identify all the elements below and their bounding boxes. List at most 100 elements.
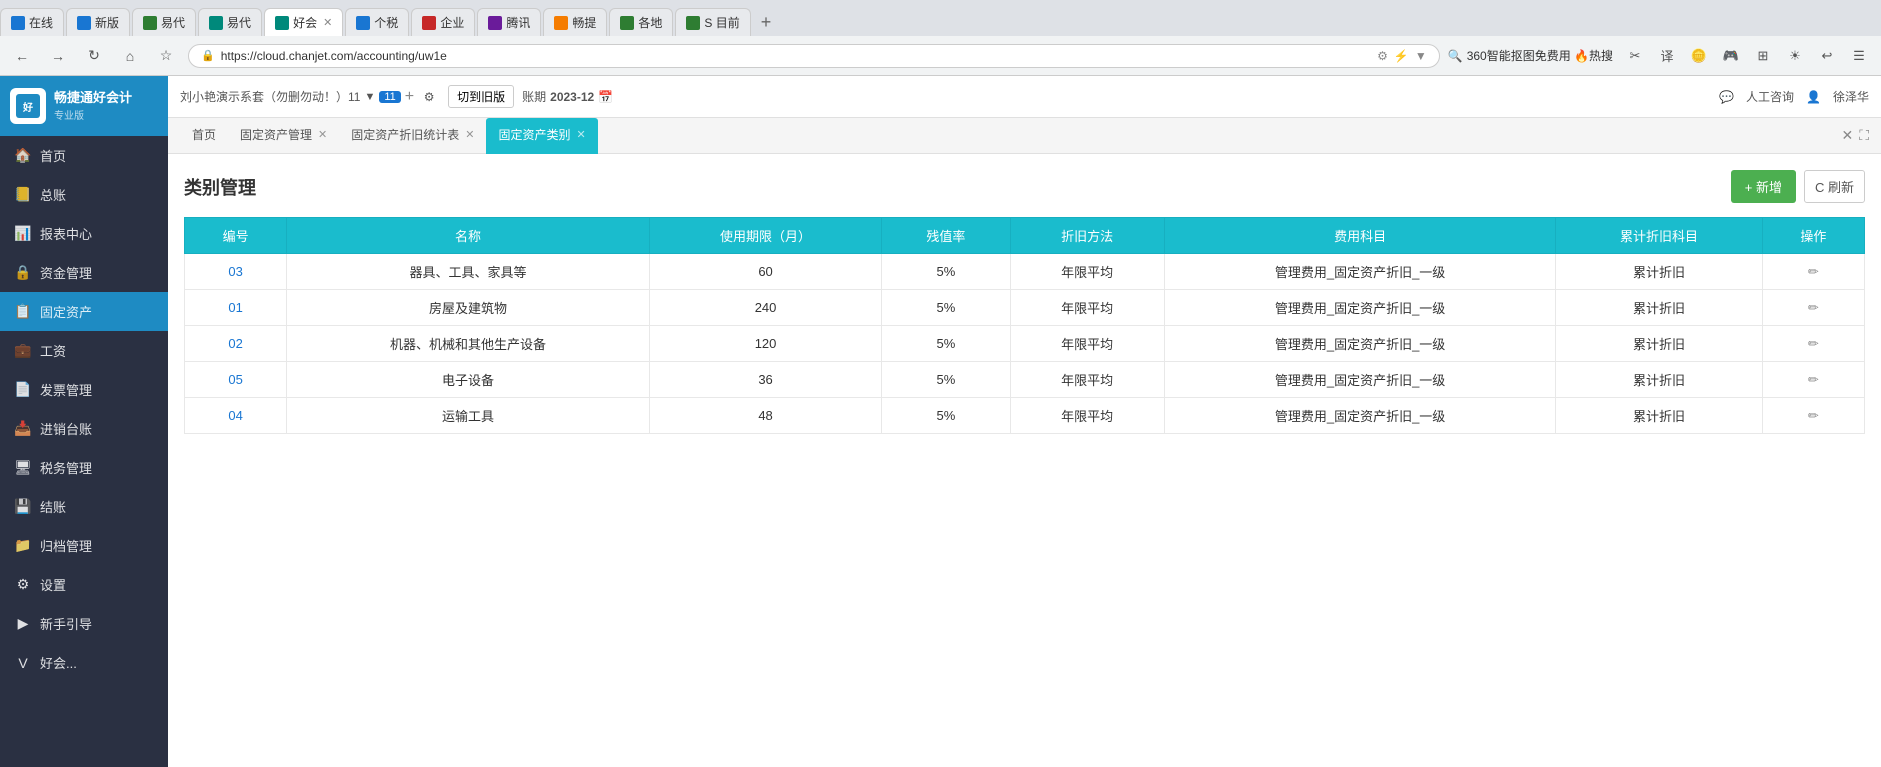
app-container: 好 畅捷通好会计 专业版 🏠 首页 📒 总账 📊 报表中心 🔒 资金管理 📋 固… <box>0 76 1881 767</box>
sidebar-item-invoice[interactable]: 📄 发票管理 <box>0 370 168 409</box>
tab-label-4: 易代 <box>227 14 251 31</box>
new-tab-button[interactable]: + <box>753 8 780 36</box>
settings-icon: ⚙ <box>14 576 32 594</box>
ledger-icon: 📒 <box>14 186 32 204</box>
grid-icon[interactable]: ⊞ <box>1749 42 1777 70</box>
page-tab-asset-category-close[interactable]: ✕ <box>577 128 586 141</box>
col-depreciation: 累计折旧科目 <box>1556 218 1762 254</box>
row3-edit-icon[interactable]: ✏ <box>1808 336 1819 351</box>
browser-tab-11[interactable]: S 目前 <box>675 8 750 36</box>
row1-rate: 5% <box>882 254 1010 290</box>
forward-button[interactable]: → <box>44 42 72 70</box>
ssl-lock-icon: 🔒 <box>201 49 215 62</box>
col-expense: 费用科目 <box>1164 218 1556 254</box>
sidebar-label-guide: 新手引导 <box>40 614 92 633</box>
row2-edit-icon[interactable]: ✏ <box>1808 300 1819 315</box>
refresh-button-content[interactable]: C 刷新 <box>1804 170 1865 203</box>
row2-name: 房屋及建筑物 <box>287 290 650 326</box>
switch-version-button[interactable]: 切到旧版 <box>448 85 514 108</box>
page-tab-asset-mgmt[interactable]: 固定资产管理 ✕ <box>228 118 339 154</box>
row4-code: 05 <box>185 362 287 398</box>
page-tab-asset-mgmt-label: 固定资产管理 <box>240 126 312 143</box>
add-company-icon[interactable]: + <box>405 88 414 106</box>
row2-period: 240 <box>649 290 881 326</box>
row4-method: 年限平均 <box>1010 362 1164 398</box>
user-dropdown-icon[interactable]: ▼ <box>364 91 375 103</box>
row4-rate: 5% <box>882 362 1010 398</box>
avatar-icon: 👤 <box>1806 90 1821 104</box>
page-tab-depreciation-table-close[interactable]: ✕ <box>465 128 474 141</box>
game-icon[interactable]: 🎮 <box>1717 42 1745 70</box>
sidebar-item-report[interactable]: 📊 报表中心 <box>0 214 168 253</box>
logo-text-container: 畅捷通好会计 专业版 <box>54 90 132 122</box>
tab-maximize: ✕ ⛶ <box>1841 127 1869 144</box>
browser-tab-3[interactable]: 易代 <box>132 8 196 36</box>
sidebar-item-inout[interactable]: 📥 进销台账 <box>0 409 168 448</box>
logo-icon: 好 <box>10 88 46 124</box>
close-max-icon[interactable]: ✕ <box>1841 127 1853 144</box>
refresh-button[interactable]: ↻ <box>80 42 108 70</box>
page-tab-home[interactable]: 首页 <box>180 118 228 154</box>
row5-edit-icon[interactable]: ✏ <box>1808 408 1819 423</box>
url-expand-icon: ⚙ <box>1377 49 1388 63</box>
page-title: 类别管理 <box>184 174 256 200</box>
back-button[interactable]: ← <box>8 42 36 70</box>
browser-tab-2[interactable]: 新版 <box>66 8 130 36</box>
page-tab-home-label: 首页 <box>192 126 216 143</box>
sidebar-item-ledger[interactable]: 📒 总账 <box>0 175 168 214</box>
sidebar-item-salary[interactable]: 💼 工资 <box>0 331 168 370</box>
tab-close-5[interactable]: ✕ <box>323 16 332 29</box>
row3-expense: 管理费用_固定资产折旧_一级 <box>1164 326 1556 362</box>
scissor-icon[interactable]: ✂ <box>1621 42 1649 70</box>
row1-method: 年限平均 <box>1010 254 1164 290</box>
sidebar: 好 畅捷通好会计 专业版 🏠 首页 📒 总账 📊 报表中心 🔒 资金管理 📋 固… <box>0 76 168 767</box>
row4-expense: 管理费用_固定资产折旧_一级 <box>1164 362 1556 398</box>
translate-icon[interactable]: 译 <box>1653 42 1681 70</box>
url-dropdown-icon[interactable]: ▼ <box>1415 49 1427 63</box>
page-tab-depreciation-table[interactable]: 固定资产折旧统计表 ✕ <box>339 118 486 154</box>
browser-tab-5[interactable]: 好会 ✕ <box>264 8 343 36</box>
tab-label-6: 个税 <box>374 14 398 31</box>
row4-name: 电子设备 <box>287 362 650 398</box>
add-button[interactable]: + 新增 <box>1731 170 1796 203</box>
home-button[interactable]: ⌂ <box>116 42 144 70</box>
row4-edit-icon[interactable]: ✏ <box>1808 372 1819 387</box>
menu-icon[interactable]: ☰ <box>1845 42 1873 70</box>
col-action: 操作 <box>1762 218 1864 254</box>
row1-edit-icon[interactable]: ✏ <box>1808 264 1819 279</box>
sidebar-item-home[interactable]: 🏠 首页 <box>0 136 168 175</box>
table-row: 01 房屋及建筑物 240 5% 年限平均 管理费用_固定资产折旧_一级 累计折… <box>185 290 1865 326</box>
sidebar-item-tax[interactable]: 🖥 税务管理 <box>0 448 168 487</box>
consult-label[interactable]: 人工咨询 <box>1746 88 1794 105</box>
sidebar-item-fund[interactable]: 🔒 资金管理 <box>0 253 168 292</box>
url-bar[interactable]: 🔒 https://cloud.chanjet.com/accounting/u… <box>188 44 1440 68</box>
page-tab-asset-mgmt-close[interactable]: ✕ <box>318 128 327 141</box>
browser-tab-7[interactable]: 企业 <box>411 8 475 36</box>
sidebar-item-more[interactable]: V 好会... <box>0 643 168 682</box>
expand-icon[interactable]: ⛶ <box>1859 127 1869 144</box>
browser-tab-10[interactable]: 各地 <box>609 8 673 36</box>
browser-tab-8[interactable]: 腾讯 <box>477 8 541 36</box>
browser-tab-1[interactable]: 在线 <box>0 8 64 36</box>
browser-tab-6[interactable]: 个税 <box>345 8 409 36</box>
url-lightning-icon: ⚡ <box>1394 49 1409 63</box>
sidebar-item-settings[interactable]: ⚙ 设置 <box>0 565 168 604</box>
row1-depreciation: 累计折旧 <box>1556 254 1762 290</box>
undo-icon[interactable]: ↩ <box>1813 42 1841 70</box>
user-settings-icon[interactable]: ⚙ <box>418 86 440 108</box>
browser-tab-9[interactable]: 畅提 <box>543 8 607 36</box>
brightness-icon[interactable]: ☀ <box>1781 42 1809 70</box>
calendar-icon[interactable]: 📅 <box>598 90 613 104</box>
user-count: 11 <box>379 91 400 103</box>
sidebar-item-archive[interactable]: 📁 归档管理 <box>0 526 168 565</box>
tab-icon-11 <box>686 16 700 30</box>
sidebar-item-guide[interactable]: ▶ 新手引导 <box>0 604 168 643</box>
header-user: 刘小艳演示系套（勿删勿动！）11 ▼ 11 + ⚙ <box>180 86 440 108</box>
page-tab-asset-category[interactable]: 固定资产类别 ✕ <box>486 118 597 154</box>
sidebar-item-fixed-asset[interactable]: 📋 固定资产 <box>0 292 168 331</box>
coin-icon[interactable]: 🪙 <box>1685 42 1713 70</box>
browser-tab-4[interactable]: 易代 <box>198 8 262 36</box>
bookmark-button[interactable]: ☆ <box>152 42 180 70</box>
sidebar-item-checkout[interactable]: 💾 结账 <box>0 487 168 526</box>
search-area: 🔍 360智能抠图免费用 🔥热搜 <box>1448 47 1613 64</box>
